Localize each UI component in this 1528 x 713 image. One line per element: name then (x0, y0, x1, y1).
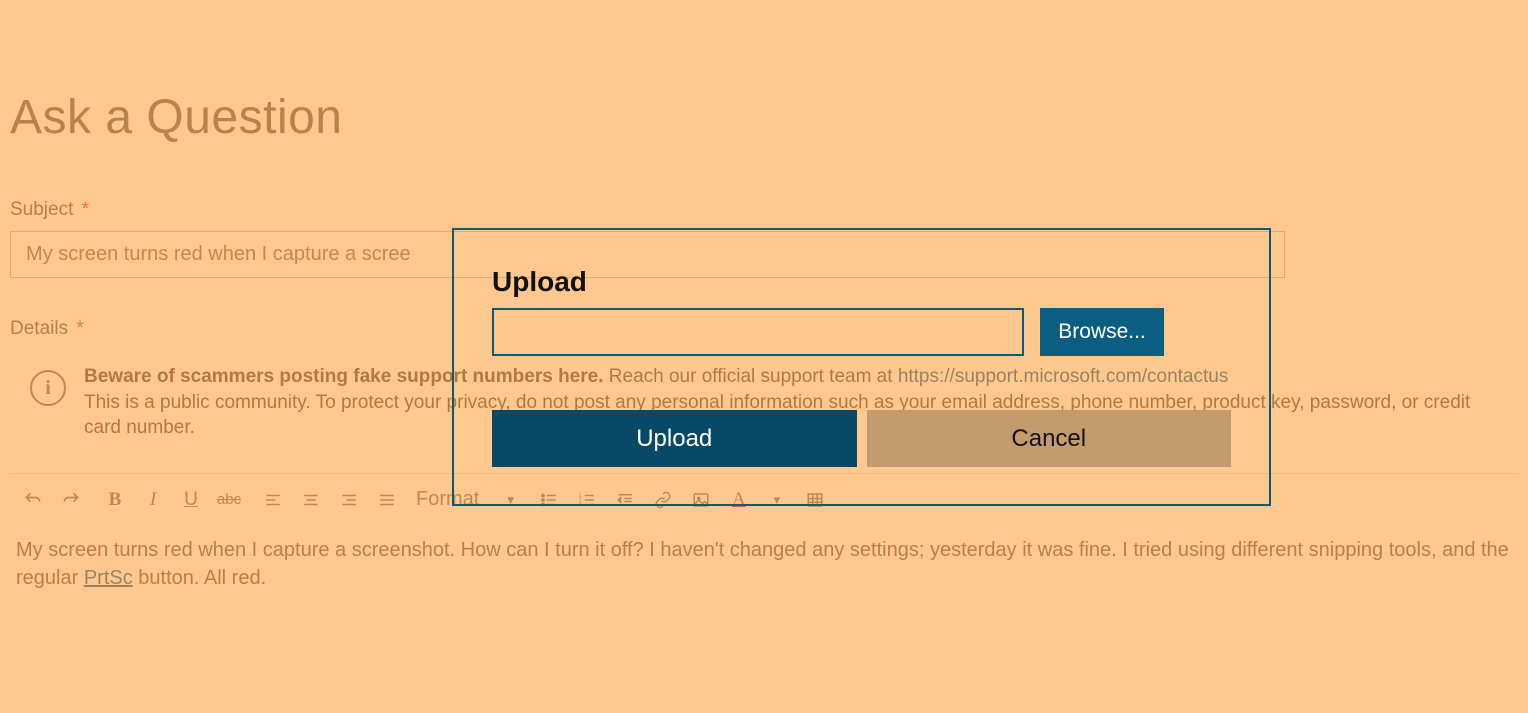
modal-actions: Upload Cancel (492, 410, 1231, 467)
cancel-button[interactable]: Cancel (867, 410, 1232, 467)
file-path-input[interactable] (492, 308, 1024, 356)
file-row: Browse... (492, 308, 1231, 356)
upload-button[interactable]: Upload (492, 410, 857, 467)
modal-title: Upload (492, 266, 1231, 298)
browse-button[interactable]: Browse... (1040, 308, 1164, 356)
upload-modal: Upload Browse... Upload Cancel (452, 228, 1271, 506)
